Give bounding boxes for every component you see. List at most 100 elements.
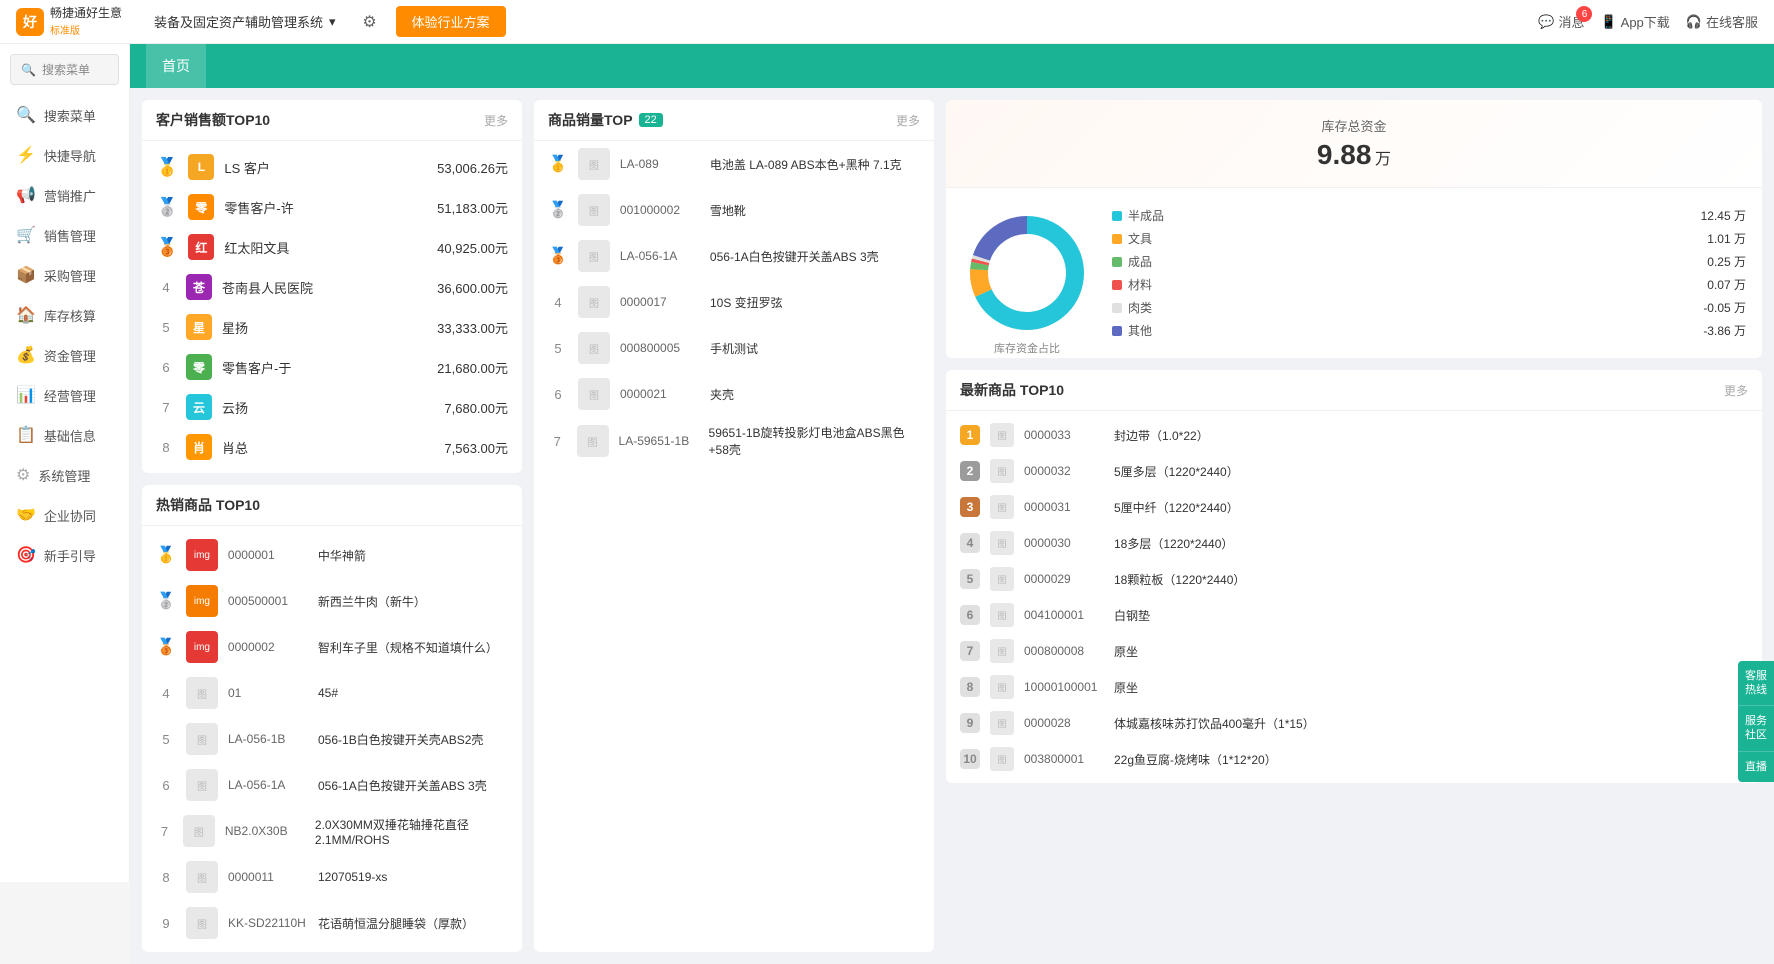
rank-amount: 53,006.26元 [437, 158, 508, 177]
mid-product-code: 0000017 [620, 295, 700, 309]
legend-item: 成品0.25 万 [1112, 250, 1746, 273]
top-header: 好 畅捷通好生意 标准版 装备及固定资产辅助管理系统 ▾ ⚙ 体验行业方案 💬 … [0, 0, 1774, 44]
product-sales-rank-title: 商品销量TOP [548, 110, 633, 130]
latest-rank: 8 [960, 677, 980, 697]
legend-val: 12.45 万 [1686, 207, 1746, 224]
latest-thumb: 图 [990, 495, 1014, 519]
sidebar-item-search[interactable]: 🔍搜索菜单 [0, 95, 129, 135]
sidebar-item-purchase[interactable]: 📦采购管理 [0, 255, 129, 295]
latest-products-more[interactable]: 更多 [1724, 382, 1748, 399]
mid-product-name: 59651-1B旋转投影灯电池盒ABS黑色+58壳 [709, 424, 920, 458]
product-code: 0000002 [228, 640, 308, 654]
latest-name: 原坐 [1114, 643, 1138, 660]
settings-icon[interactable]: ⚙ [356, 8, 384, 36]
latest-code: 10000100001 [1024, 680, 1104, 694]
nav-item-home[interactable]: 首页 [146, 44, 206, 88]
sidebar-nav: 🔍搜索菜单⚡快捷导航📢营销推广🛒销售管理📦采购管理🏠库存核算💰资金管理📊经营管理… [0, 95, 129, 575]
customer-rank-title: 客户销售额TOP10 [156, 110, 270, 130]
sidebar-icon-search: 🔍 [16, 105, 36, 125]
float-live[interactable]: 直播 [1738, 752, 1774, 782]
latest-code: 0000028 [1024, 716, 1104, 730]
legend-dot [1112, 326, 1122, 336]
inventory-chart-area: 库存资金占比 半成品12.45 万文具1.01 万成品0.25 万材料0.07 … [946, 188, 1762, 358]
rank-item: 7云云扬7,680.00元 [142, 387, 522, 427]
customer-rank-more[interactable]: 更多 [484, 112, 508, 129]
latest-rank: 7 [960, 641, 980, 661]
rank-medal: 🥇 [156, 157, 178, 178]
product-name: 中华神箭 [318, 547, 366, 564]
sidebar-icon-inventory: 🏠 [16, 305, 36, 325]
product-rank-medal: 🥉 [156, 637, 176, 657]
rank-item: 5星星扬33,333.00元 [142, 307, 522, 347]
headset-icon: 🎧 [1686, 14, 1702, 30]
sidebar-label-operation: 经营管理 [44, 386, 96, 405]
sidebar-item-operation[interactable]: 📊经营管理 [0, 375, 129, 415]
legend-dot [1112, 303, 1122, 313]
sidebar-icon-enterprise: 🤝 [16, 505, 36, 525]
mid-product-code: 000800005 [620, 341, 700, 355]
product-thumbnail: 图 [183, 815, 215, 847]
sidebar-item-guide[interactable]: 🎯新手引导 [0, 535, 129, 575]
mid-product-thumb: 图 [577, 425, 609, 457]
sidebar-item-quick[interactable]: ⚡快捷导航 [0, 135, 129, 175]
latest-rank: 4 [960, 533, 980, 553]
sidebar-item-finance[interactable]: 💰资金管理 [0, 335, 129, 375]
float-hotline[interactable]: 客服热线 [1738, 661, 1774, 707]
mid-rank-number: 6 [548, 387, 568, 402]
latest-code: 000800008 [1024, 644, 1104, 658]
product-code: 000500001 [228, 594, 308, 608]
product-middle-item: 6图0000021夹壳 [534, 371, 934, 417]
rank-badge: 苍 [186, 274, 212, 300]
rank-item: 🥈零零售客户-许51,183.00元 [142, 187, 522, 227]
sidebar-icon-sales: 🛒 [16, 225, 36, 245]
sidebar-item-marketing[interactable]: 📢营销推广 [0, 175, 129, 215]
hot-product-item: 🥈img000500001新西兰牛肉（新牛） [142, 578, 522, 624]
rank-badge: 星 [186, 314, 212, 340]
float-community[interactable]: 服务社区 [1738, 706, 1774, 752]
app-download-button[interactable]: 📱 App下载 [1600, 12, 1669, 31]
rank-item: 6零零售客户-于21,680.00元 [142, 347, 522, 387]
product-sales-more[interactable]: 更多 [896, 112, 920, 129]
trial-button[interactable]: 体验行业方案 [396, 6, 506, 37]
legend-item: 半成品12.45 万 [1112, 204, 1746, 227]
sidebar-search-button[interactable]: 🔍 搜索菜单 [10, 54, 119, 85]
message-button[interactable]: 💬 消息 6 [1538, 12, 1584, 31]
online-service-button[interactable]: 🎧 在线客服 [1686, 12, 1758, 31]
mid-product-name: 10S 变扭罗弦 [710, 294, 783, 311]
product-sales-rank-card: 商品销量TOP 22 更多 🥇图LA-089电池盖 LA-089 ABS本色+黑… [534, 100, 934, 952]
latest-code: 0000029 [1024, 572, 1104, 586]
inventory-value: 9.88 [1317, 139, 1372, 170]
mid-rank-number: 5 [548, 341, 568, 356]
hot-products-list: 🥇img0000001中华神箭🥈img000500001新西兰牛肉（新牛）🥉im… [142, 526, 522, 952]
latest-code: 0000033 [1024, 428, 1104, 442]
system-selector[interactable]: 装备及固定资产辅助管理系统 ▾ [146, 8, 344, 35]
latest-name: 白钢垫 [1114, 607, 1150, 624]
sidebar-item-system[interactable]: ⚙系统管理 [0, 455, 129, 495]
rank-name: 苍南县人民医院 [222, 278, 427, 297]
legend-val: 0.07 万 [1686, 276, 1746, 293]
latest-rank: 9 [960, 713, 980, 733]
product-thumbnail: 图 [186, 723, 218, 755]
hot-product-item: 9图KK-SD22110H花语萌恒温分腿睡袋（厚款） [142, 900, 522, 946]
left-panel: 客户销售额TOP10 更多 🥇LLS 客户53,006.26元🥈零零售客户-许5… [142, 100, 522, 952]
rank-name: 肖总 [222, 438, 434, 457]
rank-item: 🥉红红太阳文具40,925.00元 [142, 227, 522, 267]
sidebar-item-enterprise[interactable]: 🤝企业协同 [0, 495, 129, 535]
latest-item: 1图0000033封边带（1.0*22） [946, 417, 1762, 453]
sidebar-item-basic[interactable]: 📋基础信息 [0, 415, 129, 455]
sidebar-item-inventory[interactable]: 🏠库存核算 [0, 295, 129, 335]
legend-dot [1112, 234, 1122, 244]
latest-thumb: 图 [990, 531, 1014, 555]
mid-product-thumb: 图 [578, 148, 610, 180]
sidebar-item-sales[interactable]: 🛒销售管理 [0, 215, 129, 255]
mid-rank-medal: 🥈 [548, 200, 568, 220]
latest-rank: 3 [960, 497, 980, 517]
hot-product-item: 5图LA-056-1B056-1B白色按键开关壳ABS2壳 [142, 716, 522, 762]
sidebar-label-system: 系统管理 [38, 466, 90, 485]
product-rank-number: 6 [156, 778, 176, 793]
mid-product-name: 雪地靴 [710, 202, 746, 219]
sidebar-label-purchase: 采购管理 [44, 266, 96, 285]
product-name: 45# [318, 686, 338, 700]
app-download-label: App下载 [1621, 12, 1670, 31]
latest-name: 18多层（1220*2440） [1114, 535, 1233, 552]
